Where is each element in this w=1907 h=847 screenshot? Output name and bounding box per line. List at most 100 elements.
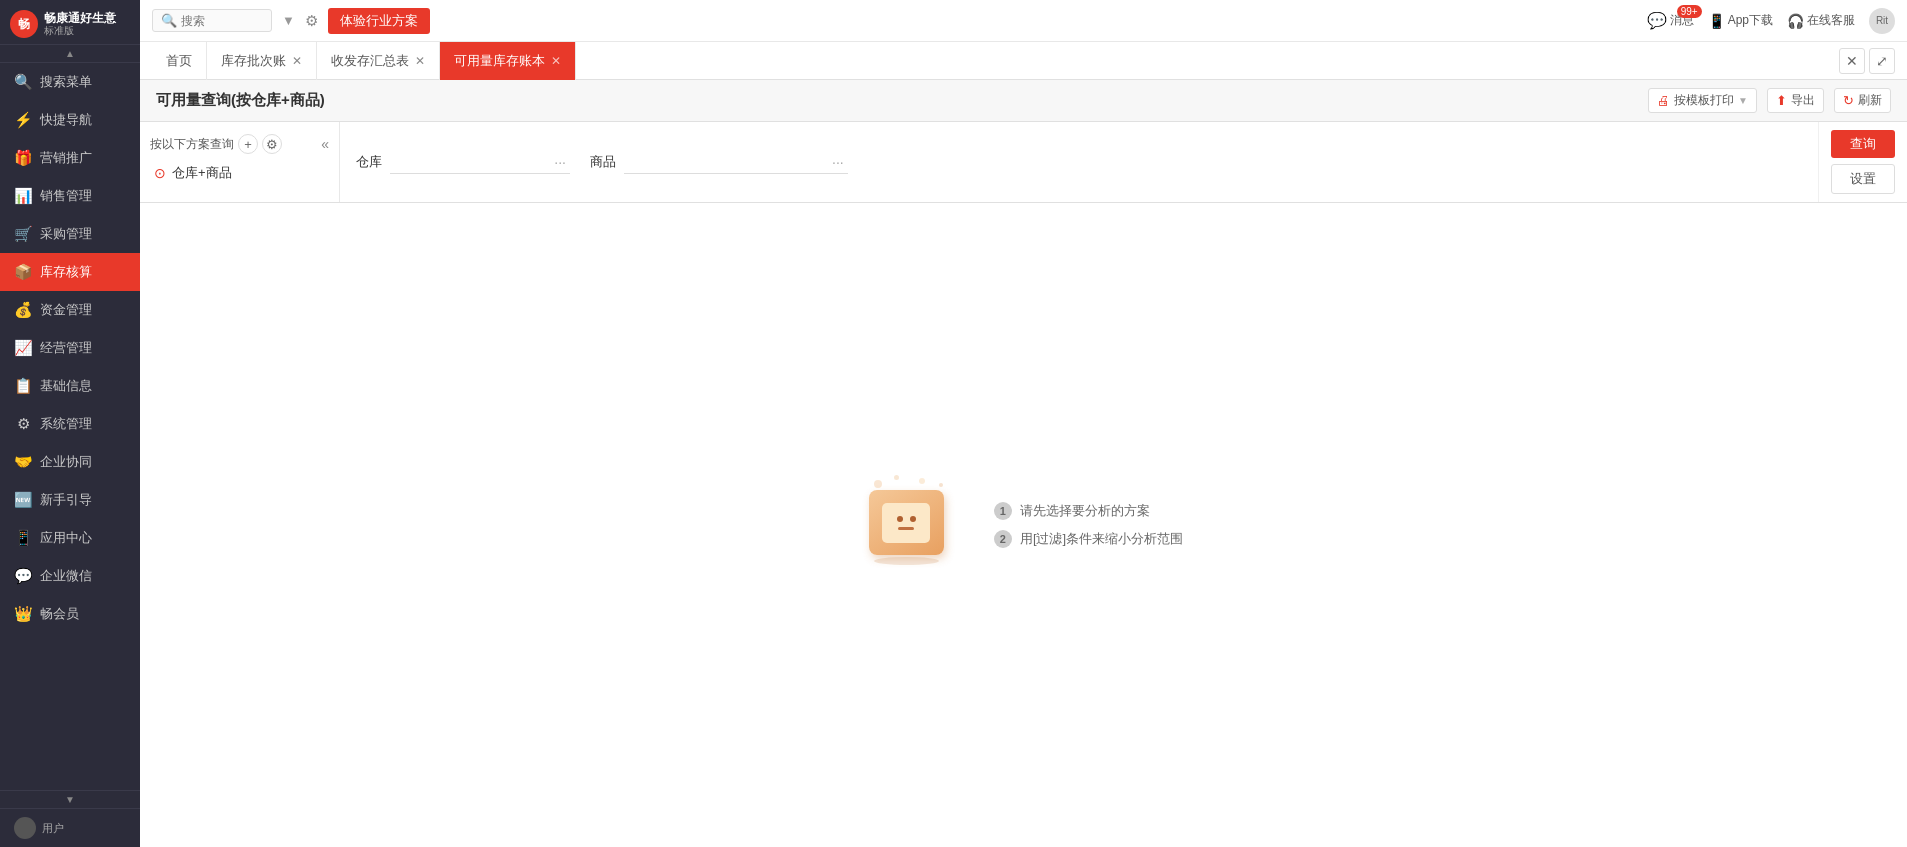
topbar-search-icon: 🔍: [161, 13, 177, 28]
topbar-search-input[interactable]: [181, 14, 261, 28]
scheme-gear-icon: ⚙: [266, 137, 278, 152]
tip-num-1: 1: [994, 502, 1012, 520]
sidebar-item-quick-nav[interactable]: ⚡ 快捷导航: [0, 101, 140, 139]
warehouse-dots-btn[interactable]: ···: [554, 154, 566, 170]
sidebar-item-guide[interactable]: 🆕 新手引导: [0, 481, 140, 519]
query-btn[interactable]: 查询: [1831, 130, 1895, 158]
print-template-btn[interactable]: 🖨 按模板打印 ▼: [1648, 88, 1757, 113]
mouth: [898, 527, 914, 530]
app-title: 畅康通好生意: [44, 11, 116, 25]
message-icon: 💬: [1647, 11, 1667, 30]
sidebar-item-cooperation[interactable]: 🤝 企业协同: [0, 443, 140, 481]
sidebar-item-label: 企业协同: [40, 453, 92, 471]
content-area: 可用量查询(按仓库+商品) 🖨 按模板打印 ▼ ⬆ 导出 ↻ 刷新: [140, 80, 1907, 847]
scroll-up-btn[interactable]: ▲: [65, 48, 75, 59]
tab-available-ledger[interactable]: 可用量库存账本 ✕: [440, 42, 576, 80]
topbar-gear-icon[interactable]: ⚙: [305, 12, 318, 30]
sidebar-item-basic-info[interactable]: 📋 基础信息: [0, 367, 140, 405]
membership-icon: 👑: [14, 605, 32, 623]
sidebar-footer[interactable]: 用户: [0, 808, 140, 847]
sidebar-item-label: 销售管理: [40, 187, 92, 205]
box-face: [882, 503, 930, 543]
message-btn[interactable]: 💬 消息 99+: [1647, 11, 1694, 30]
sidebar-item-label: 搜索菜单: [40, 73, 92, 91]
scheme-settings-btn[interactable]: ⚙: [262, 134, 282, 154]
tab-home[interactable]: 首页: [152, 42, 207, 80]
refresh-label: 刷新: [1858, 92, 1882, 109]
product-dots-btn[interactable]: ···: [832, 154, 844, 170]
cooperation-icon: 🤝: [14, 453, 32, 471]
print-icon: 🖨: [1657, 93, 1670, 108]
sidebar-item-purchase[interactable]: 🛒 采购管理: [0, 215, 140, 253]
product-text-input[interactable]: [628, 155, 828, 169]
sidebar-logo: 畅: [10, 10, 38, 38]
sidebar-header: 畅 畅康通好生意 标准版: [0, 0, 140, 45]
tab-close-btn[interactable]: ✕: [1839, 48, 1865, 74]
sidebar-item-sales[interactable]: 📊 销售管理: [0, 177, 140, 215]
tab-batch-ledger-label: 库存批次账: [221, 52, 286, 70]
sidebar-item-marketing[interactable]: 🎁 营销推广: [0, 139, 140, 177]
tab-batch-ledger[interactable]: 库存批次账 ✕: [207, 42, 317, 80]
app-subtitle: 标准版: [44, 25, 116, 37]
scheme-collapse-btn[interactable]: «: [321, 136, 329, 152]
sidebar-item-inventory[interactable]: 📦 库存核算: [0, 253, 140, 291]
sidebar-item-enterprise-wx[interactable]: 💬 企业微信: [0, 557, 140, 595]
tip-text-1: 请先选择要分析的方案: [1020, 502, 1150, 520]
sidebar: 畅 畅康通好生意 标准版 ▲ 🔍 搜索菜单 ⚡ 快捷导航 🎁 营销推广 📊 销售…: [0, 0, 140, 847]
page-header: 可用量查询(按仓库+商品) 🖨 按模板打印 ▼ ⬆ 导出 ↻ 刷新: [140, 80, 1907, 122]
scheme-header-left: 按以下方案查询 + ⚙: [150, 134, 282, 154]
export-icon: ⬆: [1776, 93, 1787, 108]
phone-icon: 📱: [1708, 13, 1725, 29]
avatar-text: Rit: [1876, 15, 1888, 26]
sidebar-item-operations[interactable]: 📈 经营管理: [0, 329, 140, 367]
sidebar-item-finance[interactable]: 💰 资金管理: [0, 291, 140, 329]
sidebar-item-label: 畅会员: [40, 605, 79, 623]
enterprise-wx-icon: 💬: [14, 567, 32, 585]
tab-expand-btn[interactable]: ⤢: [1869, 48, 1895, 74]
user-avatar: [14, 817, 36, 839]
tab-batch-ledger-close[interactable]: ✕: [292, 54, 302, 68]
purchase-icon: 🛒: [14, 225, 32, 243]
scheme-item-warehouse-product[interactable]: ⊙ 仓库+商品: [140, 158, 339, 188]
scheme-add-btn[interactable]: +: [238, 134, 258, 154]
settings-btn[interactable]: 设置: [1831, 164, 1895, 194]
trial-btn[interactable]: 体验行业方案: [328, 8, 430, 34]
page-title: 可用量查询(按仓库+商品): [156, 91, 325, 110]
sidebar-item-label: 应用中心: [40, 529, 92, 547]
query-actions: 查询 设置: [1818, 122, 1907, 202]
tab-receive-summary[interactable]: 收发存汇总表 ✕: [317, 42, 440, 80]
sales-icon: 📊: [14, 187, 32, 205]
online-service-btn[interactable]: 🎧 在线客服: [1787, 12, 1855, 29]
topbar-search-box[interactable]: 🔍: [152, 9, 272, 32]
refresh-btn[interactable]: ↻ 刷新: [1834, 88, 1891, 113]
app-download-label: App下载: [1728, 12, 1773, 29]
basic-info-icon: 📋: [14, 377, 32, 395]
topbar-chevron-icon[interactable]: ▼: [282, 13, 295, 28]
sidebar-item-system[interactable]: ⚙ 系统管理: [0, 405, 140, 443]
sidebar-title-block: 畅康通好生意 标准版: [44, 11, 116, 37]
user-profile-btn[interactable]: Rit: [1869, 8, 1895, 34]
query-fields: 仓库 ··· 商品 ···: [340, 122, 1818, 202]
app-center-icon: 📱: [14, 529, 32, 547]
warehouse-text-input[interactable]: [394, 155, 550, 169]
sidebar-item-membership[interactable]: 👑 畅会员: [0, 595, 140, 633]
sidebar-item-label: 基础信息: [40, 377, 92, 395]
quick-nav-icon: ⚡: [14, 111, 32, 129]
tab-receive-summary-close[interactable]: ✕: [415, 54, 425, 68]
sidebar-item-search[interactable]: 🔍 搜索菜单: [0, 63, 140, 101]
warehouse-input[interactable]: ···: [390, 151, 570, 174]
export-btn[interactable]: ⬆ 导出: [1767, 88, 1824, 113]
box-container: [869, 490, 944, 565]
scroll-down-btn[interactable]: ▼: [65, 794, 75, 805]
box-eyes: [897, 516, 916, 522]
empty-illustration: [864, 475, 964, 575]
tab-receive-summary-label: 收发存汇总表: [331, 52, 409, 70]
export-label: 导出: [1791, 92, 1815, 109]
scheme-add-icon: +: [244, 137, 252, 152]
product-input[interactable]: ···: [624, 151, 848, 174]
shadow: [874, 557, 939, 565]
sidebar-menu: 🔍 搜索菜单 ⚡ 快捷导航 🎁 营销推广 📊 销售管理 🛒 采购管理 📦 库存核…: [0, 63, 140, 790]
app-download-btn[interactable]: 📱 App下载: [1708, 12, 1773, 29]
sidebar-item-app-center[interactable]: 📱 应用中心: [0, 519, 140, 557]
tab-available-ledger-close[interactable]: ✕: [551, 54, 561, 68]
